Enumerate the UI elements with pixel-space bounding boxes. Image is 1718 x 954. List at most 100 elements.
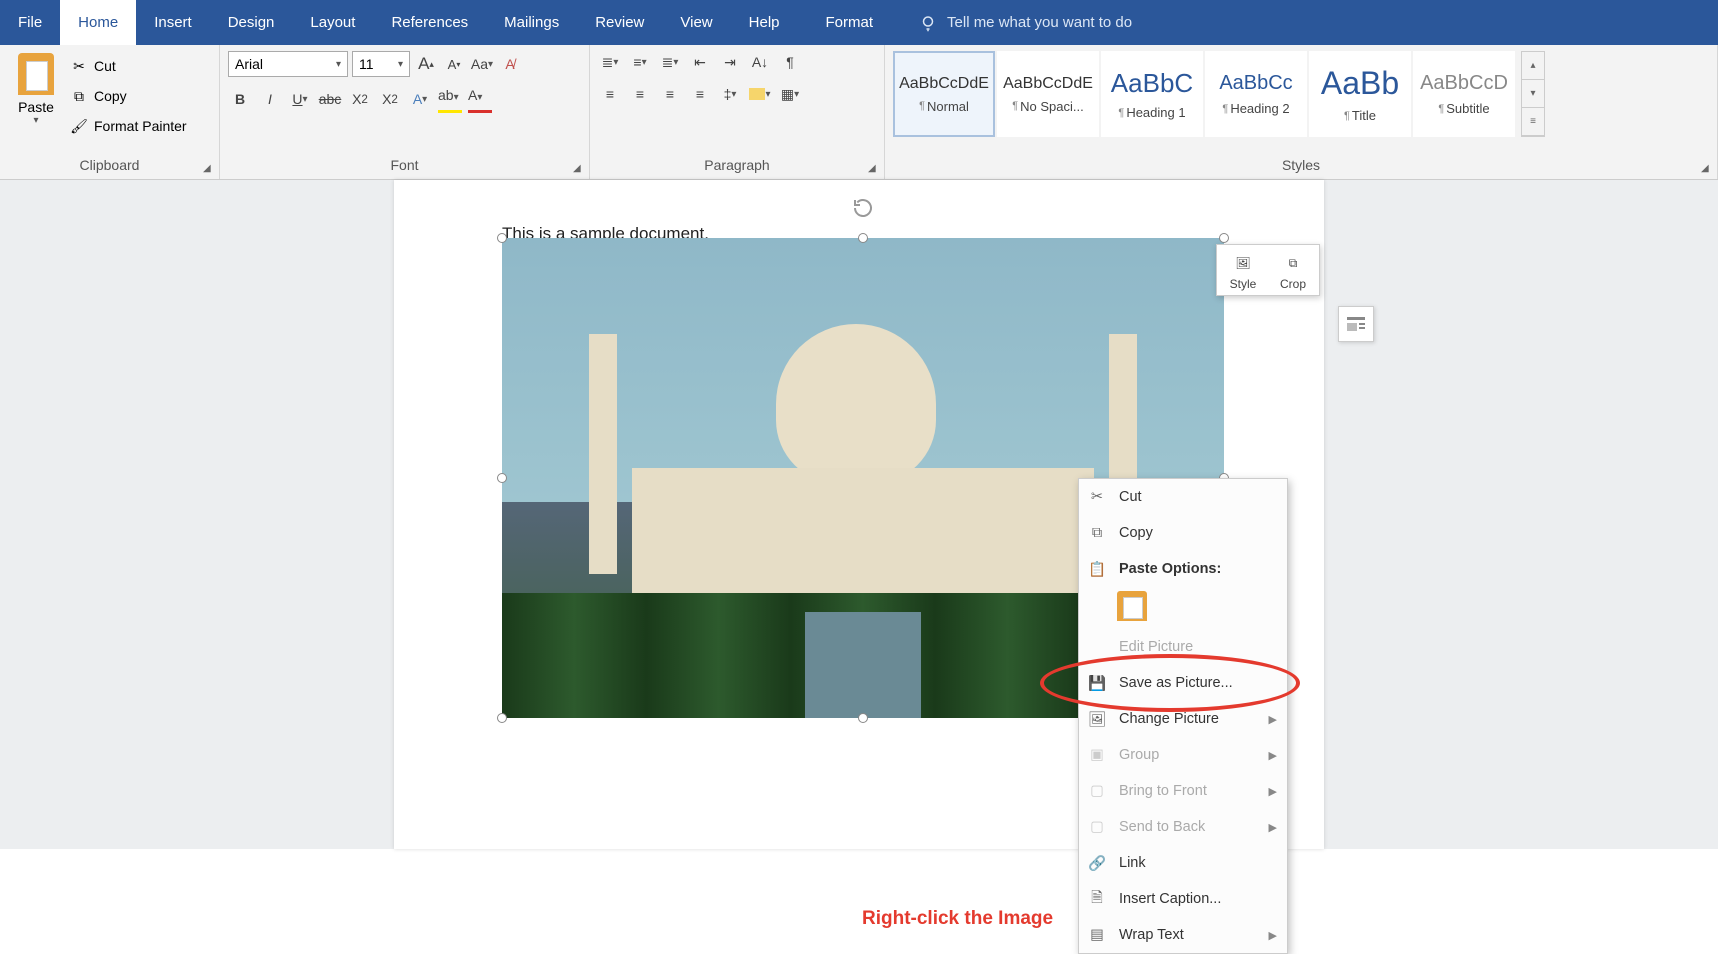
shading-button[interactable]: ▾	[748, 83, 772, 105]
chevron-down-icon: ▾	[336, 59, 341, 70]
show-marks-button[interactable]: ¶	[778, 51, 802, 73]
style-heading-1[interactable]: AaBbC ¶Heading 1	[1101, 51, 1203, 137]
multilevel-list-button[interactable]: ≣▾	[658, 51, 682, 73]
clear-formatting-button[interactable]: A̸	[498, 52, 522, 76]
subscript-button[interactable]: X2	[348, 87, 372, 111]
align-center-button[interactable]: ≡	[628, 83, 652, 105]
caption-icon: 🗎	[1087, 889, 1107, 909]
menu-home[interactable]: Home	[60, 0, 136, 45]
font-color-button[interactable]: A▾	[468, 87, 492, 111]
font-name-select[interactable]: Arial▾	[228, 51, 348, 77]
layout-options-icon	[1345, 313, 1367, 335]
context-menu: ✂ Cut ⧉ Copy 📋 Paste Options: Edit Pictu…	[1078, 478, 1288, 954]
layout-options-button[interactable]	[1338, 306, 1374, 342]
menu-help[interactable]: Help	[731, 0, 798, 45]
align-right-button[interactable]: ≡	[658, 83, 682, 105]
decrease-indent-button[interactable]: ⇤	[688, 51, 712, 73]
style-subtitle[interactable]: AaBbCcD ¶Subtitle	[1413, 51, 1515, 137]
resize-handle[interactable]	[858, 233, 868, 243]
paste-icon: 📋	[1087, 559, 1107, 579]
cut-button[interactable]: ✂ Cut	[70, 53, 187, 79]
strikethrough-button[interactable]: abc	[318, 87, 342, 111]
justify-button[interactable]: ≡	[688, 83, 712, 105]
crop-icon: ⧉	[1279, 249, 1307, 277]
ctx-copy[interactable]: ⧉ Copy	[1079, 515, 1287, 551]
italic-button[interactable]: I	[258, 87, 282, 111]
superscript-button[interactable]: X2	[378, 87, 402, 111]
mini-crop-button[interactable]: ⧉ Crop	[1271, 249, 1315, 291]
chevron-down-icon[interactable]: ▾	[1522, 80, 1544, 108]
menu-review[interactable]: Review	[577, 0, 662, 45]
ctx-cut[interactable]: ✂ Cut	[1079, 479, 1287, 515]
align-left-button[interactable]: ≡	[598, 83, 622, 105]
ctx-change-picture[interactable]: 🖼 Change Picture ▶	[1079, 701, 1287, 737]
grow-font-button[interactable]: A▴	[414, 52, 438, 76]
menu-format[interactable]: Format	[808, 0, 892, 45]
sort-button[interactable]: A↓	[748, 51, 772, 73]
wrap-text-icon: ▤	[1087, 925, 1107, 945]
ctx-save-as-picture[interactable]: 💾 Save as Picture...	[1079, 665, 1287, 701]
menu-mailings[interactable]: Mailings	[486, 0, 577, 45]
dialog-launcher-font[interactable]: ◢	[573, 163, 585, 175]
menu-references[interactable]: References	[373, 0, 486, 45]
shrink-font-button[interactable]: A▾	[442, 52, 466, 76]
change-case-button[interactable]: Aa▾	[470, 52, 494, 76]
resize-handle[interactable]	[497, 713, 507, 723]
bullets-button[interactable]: ≣▾	[598, 51, 622, 73]
more-styles-icon[interactable]: ≡	[1522, 108, 1544, 136]
dialog-launcher-clipboard[interactable]: ◢	[203, 163, 215, 175]
submenu-arrow-icon: ▶	[1269, 785, 1277, 798]
resize-handle[interactable]	[497, 233, 507, 243]
style-heading-2[interactable]: AaBbCc ¶Heading 2	[1205, 51, 1307, 137]
group-label-clipboard: Clipboard	[0, 155, 219, 179]
style-title[interactable]: AaBb ¶Title	[1309, 51, 1411, 137]
dialog-launcher-paragraph[interactable]: ◢	[868, 163, 880, 175]
mini-style-button[interactable]: 🖼 Style	[1221, 249, 1265, 291]
bold-button[interactable]: B	[228, 87, 252, 111]
brush-icon: 🖌	[70, 117, 88, 135]
menu-view[interactable]: View	[662, 0, 730, 45]
menu-layout[interactable]: Layout	[292, 0, 373, 45]
underline-button[interactable]: U▾	[288, 87, 312, 111]
resize-handle[interactable]	[497, 473, 507, 483]
highlight-button[interactable]: ab▾	[438, 87, 462, 111]
menu-file[interactable]: File	[0, 0, 60, 45]
picture-style-icon: 🖼	[1229, 249, 1257, 277]
ctx-link[interactable]: 🔗 Link	[1079, 845, 1287, 881]
paste-button[interactable]: Paste ▾	[8, 51, 64, 126]
paste-option-picture[interactable]	[1117, 591, 1147, 621]
increase-indent-button[interactable]: ⇥	[718, 51, 742, 73]
ctx-insert-caption[interactable]: 🗎 Insert Caption...	[1079, 881, 1287, 917]
resize-handle[interactable]	[858, 713, 868, 723]
group-clipboard: Paste ▾ ✂ Cut ⧉ Copy 🖌 Format Painter Cl…	[0, 45, 220, 179]
tell-me-search[interactable]: Tell me what you want to do	[919, 0, 1132, 45]
dialog-launcher-styles[interactable]: ◢	[1701, 163, 1713, 175]
ctx-paste-options-header: 📋 Paste Options:	[1079, 551, 1287, 587]
format-painter-button[interactable]: 🖌 Format Painter	[70, 113, 187, 139]
copy-icon: ⧉	[70, 87, 88, 105]
chevron-up-icon[interactable]: ▴	[1522, 52, 1544, 80]
borders-button[interactable]: ▦▾	[778, 83, 802, 105]
copy-icon: ⧉	[1087, 523, 1107, 543]
style-normal[interactable]: AaBbCcDdE ¶Normal	[893, 51, 995, 137]
paint-bucket-icon	[749, 88, 765, 100]
group-label-font: Font	[220, 155, 589, 179]
styles-scroll[interactable]: ▴ ▾ ≡	[1521, 51, 1545, 137]
numbering-button[interactable]: ≡▾	[628, 51, 652, 73]
line-spacing-button[interactable]: ‡▾	[718, 83, 742, 105]
scissors-icon: ✂	[1087, 487, 1107, 507]
ctx-edit-picture: Edit Picture	[1079, 629, 1287, 665]
menu-design[interactable]: Design	[210, 0, 293, 45]
ctx-paste-options	[1079, 587, 1287, 629]
menu-insert[interactable]: Insert	[136, 0, 210, 45]
style-no-spacing[interactable]: AaBbCcDdE ¶No Spaci...	[997, 51, 1099, 137]
text-effects-button[interactable]: A▾	[408, 87, 432, 111]
ctx-wrap-text[interactable]: ▤ Wrap Text ▶	[1079, 917, 1287, 953]
copy-button[interactable]: ⧉ Copy	[70, 83, 187, 109]
rotate-handle-icon[interactable]	[851, 196, 875, 220]
font-size-select[interactable]: 11▾	[352, 51, 410, 77]
resize-handle[interactable]	[1219, 233, 1229, 243]
ribbon: Paste ▾ ✂ Cut ⧉ Copy 🖌 Format Painter Cl…	[0, 45, 1718, 180]
send-back-icon: ▢	[1087, 817, 1107, 837]
group-label-styles: Styles	[885, 155, 1717, 179]
